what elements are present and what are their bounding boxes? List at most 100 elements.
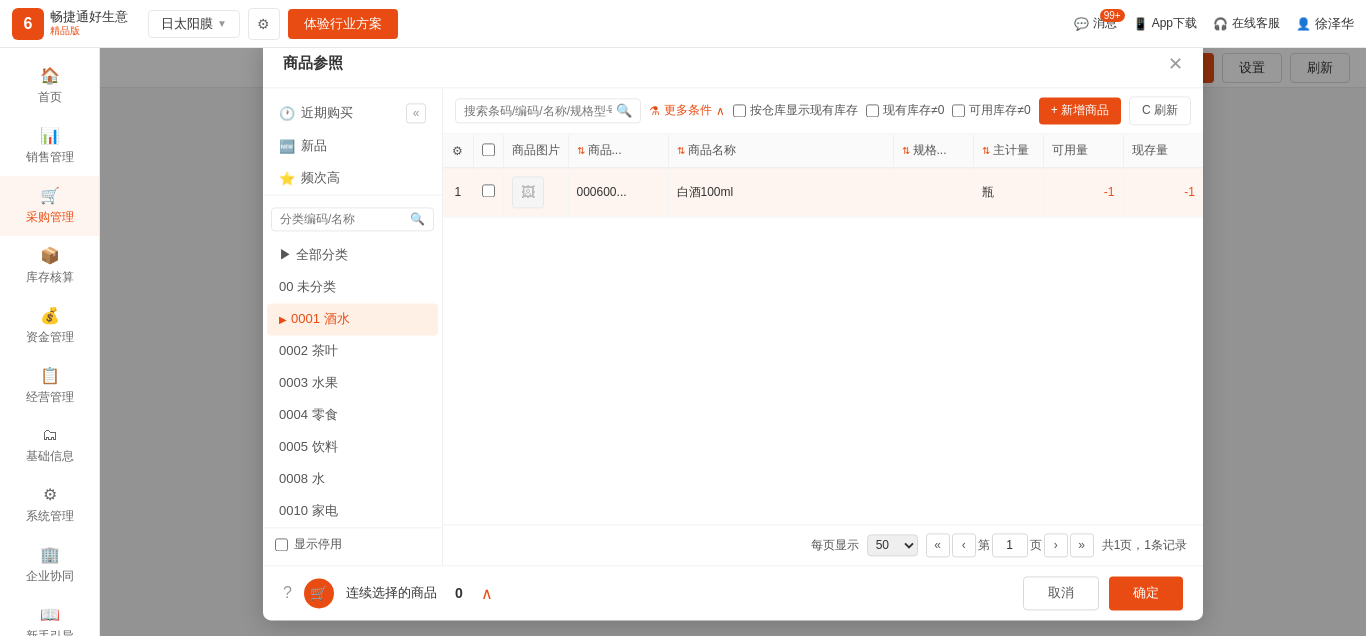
sidebar-label-purchase: 采购管理 (26, 209, 74, 226)
gear-button[interactable]: ⚙ (248, 8, 280, 40)
sidebar-item-home[interactable]: 🏠 首页 (0, 56, 99, 116)
header-right: 💬 消息 99+ 📱 App下载 🎧 在线客服 👤 徐泽华 (1074, 15, 1354, 33)
category-item-00[interactable]: 00 未分类 (267, 271, 438, 303)
quick-frequent[interactable]: ⭐ 频次高 (271, 162, 434, 194)
filter-icon: ⚗ (649, 104, 660, 118)
category-item-0010[interactable]: 0010 家电 (267, 495, 438, 527)
filter-more-label: 更多条件 (664, 102, 712, 119)
filter-bar: 🔍 ⚗ 更多条件 ∧ 按仓库显示现有库存 (443, 88, 1203, 134)
table-row[interactable]: 1 🖼 000600... (443, 168, 1203, 217)
category-item-0008[interactable]: 0008 水 (267, 463, 438, 495)
logo-icon: 6 (12, 8, 44, 40)
th-stock[interactable]: 现存量 (1123, 134, 1203, 168)
category-item-0004[interactable]: 0004 零食 (267, 399, 438, 431)
per-page-label: 每页显示 (811, 537, 859, 554)
th-check[interactable] (473, 134, 503, 168)
sidebar-label-inventory: 库存核算 (26, 269, 74, 286)
product-modal: 商品参照 ✕ 🕐 近期购买 « 🆕 新品 (263, 48, 1203, 620)
checkbox-stock-input[interactable] (866, 104, 879, 117)
sidebar-label-guide: 新手引导 (26, 628, 74, 636)
sidebar-label-enterprise: 企业协同 (26, 568, 74, 585)
th-spec[interactable]: ⇅ 规格... (893, 134, 973, 168)
checkbox-avail-input[interactable] (952, 104, 965, 117)
row-checkbox[interactable] (482, 184, 495, 197)
th-code-label: 商品... (588, 142, 622, 159)
confirm-button[interactable]: 确定 (1109, 576, 1183, 610)
th-name[interactable]: ⇅ 商品名称 (668, 134, 893, 168)
footer-collapse-button[interactable]: ∧ (481, 584, 493, 603)
industry-button[interactable]: 体验行业方案 (288, 9, 398, 39)
product-search-input[interactable] (464, 104, 612, 118)
sidebar-item-enterprise[interactable]: 🏢 企业协同 (0, 535, 99, 595)
display-disabled-checkbox[interactable] (275, 538, 288, 551)
category-item-0001[interactable]: ▶ 0001 酒水 (267, 303, 438, 335)
gear-icon: ⚙ (257, 16, 270, 32)
sidebar-label-sales: 销售管理 (26, 149, 74, 166)
home-icon: 🏠 (40, 66, 60, 85)
sidebar-item-sales[interactable]: 📊 销售管理 (0, 116, 99, 176)
help-icon[interactable]: ? (283, 584, 292, 602)
page-number-input[interactable] (992, 533, 1028, 557)
footer-actions: 取消 确定 (1023, 576, 1183, 610)
product-table: ⚙ 商品图片 (443, 134, 1203, 217)
checkbox-stock-nonzero[interactable]: 现有库存≠0 (866, 102, 944, 119)
sidebar-item-business[interactable]: 📋 经营管理 (0, 356, 99, 416)
clock-icon: 🕐 (279, 106, 295, 121)
message-icon: 💬 (1074, 17, 1089, 31)
sidebar-item-system[interactable]: ⚙ 系统管理 (0, 475, 99, 535)
checkbox-warehouse[interactable]: 按仓库显示现有库存 (733, 102, 858, 119)
th-settings[interactable]: ⚙ (443, 134, 473, 168)
online-service-label: 在线客服 (1232, 15, 1280, 32)
category-search-box[interactable]: 🔍 (271, 207, 434, 231)
sales-icon: 📊 (40, 126, 60, 145)
online-service-item[interactable]: 🎧 在线客服 (1213, 15, 1280, 32)
category-item-0002[interactable]: 0002 茶叶 (267, 335, 438, 367)
sidebar-item-purchase[interactable]: 🛒 采购管理 (0, 176, 99, 236)
cancel-button[interactable]: 取消 (1023, 576, 1099, 610)
category-item-0003[interactable]: 0003 水果 (267, 367, 438, 399)
app-download-item[interactable]: 📱 App下载 (1133, 15, 1197, 32)
main-layout: 🏠 首页 📊 销售管理 🛒 采购管理 📦 库存核算 💰 资金管理 📋 经营管理 … (0, 48, 1366, 636)
product-table-wrap: ⚙ 商品图片 (443, 134, 1203, 524)
sidebar-item-basic[interactable]: 🗂 基础信息 (0, 416, 99, 475)
last-page-button[interactable]: » (1070, 533, 1094, 557)
modal-close-button[interactable]: ✕ (1168, 55, 1183, 73)
per-page-select[interactable]: 10 20 50 100 (867, 534, 918, 556)
select-all-checkbox[interactable] (482, 143, 495, 156)
quick-new-items[interactable]: 🆕 新品 (271, 130, 434, 162)
row-unit: 瓶 (973, 168, 1043, 217)
checkbox-warehouse-input[interactable] (733, 104, 746, 117)
notification-item[interactable]: 💬 消息 99+ (1074, 15, 1117, 32)
collapse-button[interactable]: « (406, 103, 426, 123)
refresh-product-button[interactable]: C 刷新 (1129, 96, 1191, 125)
nav-selector[interactable]: 日太阳膜 ▼ (148, 10, 240, 38)
row-check[interactable] (473, 168, 503, 217)
row-settings: 1 (443, 168, 473, 217)
user-item[interactable]: 👤 徐泽华 (1296, 15, 1354, 33)
all-category-label: ▶ 全部分类 (279, 246, 348, 264)
cart-button[interactable]: 🛒 (304, 578, 334, 608)
category-search-input[interactable] (280, 212, 406, 226)
filter-more-button[interactable]: ⚗ 更多条件 ∧ (649, 102, 725, 119)
content-area: 查询 设置 刷新 商品参照 ✕ 🕐 近期购买 (100, 48, 1366, 636)
sidebar: 🏠 首页 📊 销售管理 🛒 采购管理 📦 库存核算 💰 资金管理 📋 经营管理 … (0, 48, 100, 636)
category-all[interactable]: ▶ 全部分类 (267, 239, 438, 271)
category-item-0005[interactable]: 0005 饮料 (267, 431, 438, 463)
sidebar-item-finance[interactable]: 💰 资金管理 (0, 296, 99, 356)
th-avail[interactable]: 可用量 (1043, 134, 1123, 168)
quick-recent-buy[interactable]: 🕐 近期购买 « (271, 96, 434, 130)
filter-chevron-icon: ∧ (716, 104, 725, 118)
first-page-button[interactable]: « (926, 533, 950, 557)
sidebar-label-business: 经营管理 (26, 389, 74, 406)
product-search-wrap[interactable]: 🔍 (455, 98, 641, 123)
checkbox-avail-nonzero[interactable]: 可用库存≠0 (952, 102, 1030, 119)
nav-dropdown-arrow: ▼ (217, 18, 227, 29)
th-unit[interactable]: ⇅ 主计量 (973, 134, 1043, 168)
logo-area: 6 畅捷通好生意 精品版 (12, 8, 132, 40)
th-code[interactable]: ⇅ 商品... (568, 134, 668, 168)
sidebar-item-inventory[interactable]: 📦 库存核算 (0, 236, 99, 296)
sidebar-item-guide[interactable]: 📖 新手引导 (0, 595, 99, 636)
prev-page-button[interactable]: ‹ (952, 533, 976, 557)
add-product-button[interactable]: + 新增商品 (1039, 97, 1121, 124)
next-page-button[interactable]: › (1044, 533, 1068, 557)
